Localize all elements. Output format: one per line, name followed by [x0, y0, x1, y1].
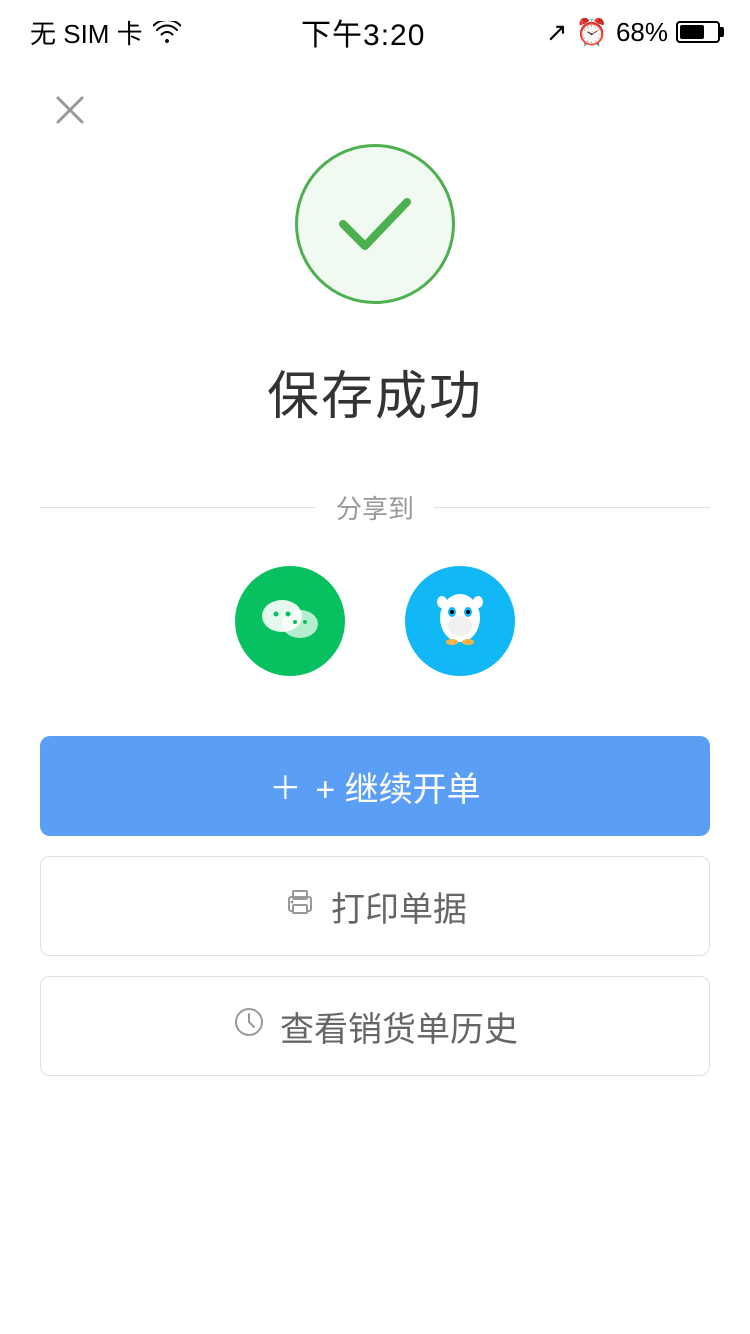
- history-button-label: 查看销货单历史: [280, 1002, 518, 1051]
- wifi-icon: [153, 21, 181, 43]
- print-icon: [283, 885, 317, 927]
- status-time: 下午3:20: [301, 10, 425, 54]
- main-content: 保存成功 分享到: [0, 64, 750, 1076]
- continue-button[interactable]: ＋ + 继续开单: [40, 736, 710, 836]
- wechat-share-button[interactable]: [235, 566, 345, 676]
- share-label: 分享到: [316, 489, 434, 526]
- location-icon: ↗: [546, 17, 568, 48]
- share-divider: 分享到: [0, 489, 750, 526]
- share-line-left: [40, 507, 316, 508]
- qq-share-button[interactable]: [405, 566, 515, 676]
- print-button-label: 打印单据: [331, 882, 467, 931]
- share-line-right: [434, 507, 710, 508]
- success-title: 保存成功: [267, 354, 483, 429]
- print-button[interactable]: 打印单据: [40, 856, 710, 956]
- history-icon: [232, 1005, 266, 1047]
- battery-percent: 68%: [616, 17, 668, 48]
- status-left: 无 SIM 卡: [30, 14, 181, 51]
- share-icons: [235, 566, 515, 676]
- action-buttons: ＋ + 继续开单 打印单据 查看销货单历: [0, 736, 750, 1076]
- history-button[interactable]: 查看销货单历史: [40, 976, 710, 1076]
- no-sim-text: 无 SIM 卡: [30, 14, 143, 51]
- share-section: 分享到: [0, 489, 750, 676]
- battery-icon: [676, 21, 720, 43]
- status-bar: 无 SIM 卡 下午3:20 ↗ ⏰ 68%: [0, 0, 750, 64]
- continue-button-label: + 继续开单: [315, 762, 480, 811]
- plus-icon: ＋: [269, 763, 301, 809]
- status-right: ↗ ⏰ 68%: [546, 17, 720, 48]
- checkmark-icon: [335, 194, 415, 254]
- alarm-icon: ⏰: [576, 17, 608, 48]
- success-icon-circle: [295, 144, 455, 304]
- close-button[interactable]: [40, 80, 100, 140]
